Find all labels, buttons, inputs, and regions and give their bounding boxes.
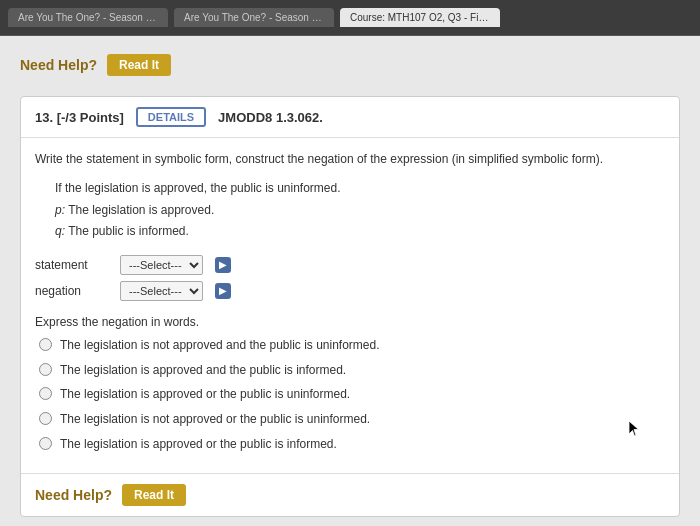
given-q-label: q: bbox=[55, 224, 65, 238]
tab-2[interactable]: Are You The One? - Season 8, Ep. 4 -... bbox=[174, 8, 334, 27]
radio-option-2[interactable]: The legislation is approved and the publ… bbox=[35, 362, 665, 379]
question-body: Write the statement in symbolic form, co… bbox=[21, 138, 679, 473]
statement-select-icon: ▶ bbox=[215, 257, 231, 273]
top-help-bar: Need Help? Read It bbox=[20, 46, 680, 84]
radio-circle-3[interactable] bbox=[39, 387, 52, 400]
radio-text-1: The legislation is not approved and the … bbox=[60, 337, 380, 354]
statement-row: statement ---Select--- ▶ bbox=[35, 255, 665, 275]
radio-option-1[interactable]: The legislation is not approved and the … bbox=[35, 337, 665, 354]
top-read-it-button[interactable]: Read It bbox=[107, 54, 171, 76]
negation-select[interactable]: ---Select--- bbox=[120, 281, 203, 301]
express-section: Express the negation in words. The legis… bbox=[35, 315, 665, 453]
question-code: JMODD8 1.3.062. bbox=[218, 110, 323, 125]
given-q-text: The public is informed. bbox=[65, 224, 189, 238]
given-line3: q: The public is informed. bbox=[55, 221, 665, 243]
question-number: 13. [-/3 Points] bbox=[35, 110, 124, 125]
bottom-read-it-button[interactable]: Read It bbox=[122, 484, 186, 506]
bottom-need-help-label: Need Help? bbox=[35, 487, 112, 503]
express-label: Express the negation in words. bbox=[35, 315, 665, 329]
radio-circle-1[interactable] bbox=[39, 338, 52, 351]
question-header: 13. [-/3 Points] DETAILS JMODD8 1.3.062. bbox=[21, 97, 679, 138]
radio-option-3[interactable]: The legislation is approved or the publi… bbox=[35, 386, 665, 403]
main-area: Need Help? Read It 13. [-/3 Points] DETA… bbox=[0, 36, 700, 526]
top-need-help-label: Need Help? bbox=[20, 57, 97, 73]
radio-option-4[interactable]: The legislation is not approved or the p… bbox=[35, 411, 665, 428]
bottom-help-bar: Need Help? Read It bbox=[21, 473, 679, 516]
given-info: If the legislation is approved, the publ… bbox=[35, 178, 665, 243]
details-badge: DETAILS bbox=[136, 107, 206, 127]
question-instruction: Write the statement in symbolic form, co… bbox=[35, 150, 665, 168]
statement-label: statement bbox=[35, 258, 110, 272]
given-line2: p: The legislation is approved. bbox=[55, 200, 665, 222]
tab-3[interactable]: Course: MTH107 O2, Q3 - Finite Math... bbox=[340, 8, 500, 27]
negation-row: negation ---Select--- ▶ bbox=[35, 281, 665, 301]
radio-circle-5[interactable] bbox=[39, 437, 52, 450]
statement-select[interactable]: ---Select--- bbox=[120, 255, 203, 275]
question-container: 13. [-/3 Points] DETAILS JMODD8 1.3.062.… bbox=[20, 96, 680, 517]
negation-select-icon: ▶ bbox=[215, 283, 231, 299]
radio-circle-4[interactable] bbox=[39, 412, 52, 425]
radio-text-3: The legislation is approved or the publi… bbox=[60, 386, 350, 403]
radio-circle-2[interactable] bbox=[39, 363, 52, 376]
radio-text-5: The legislation is approved or the publi… bbox=[60, 436, 337, 453]
given-p-label: p: bbox=[55, 203, 65, 217]
browser-chrome: Are You The One? - Season 8, Ep. 1 -... … bbox=[0, 0, 700, 36]
negation-label: negation bbox=[35, 284, 110, 298]
radio-text-4: The legislation is not approved or the p… bbox=[60, 411, 370, 428]
given-p-text: The legislation is approved. bbox=[65, 203, 214, 217]
radio-text-2: The legislation is approved and the publ… bbox=[60, 362, 346, 379]
given-line1: If the legislation is approved, the publ… bbox=[55, 178, 665, 200]
radio-option-5[interactable]: The legislation is approved or the publi… bbox=[35, 436, 665, 453]
tab-1[interactable]: Are You The One? - Season 8, Ep. 1 -... bbox=[8, 8, 168, 27]
